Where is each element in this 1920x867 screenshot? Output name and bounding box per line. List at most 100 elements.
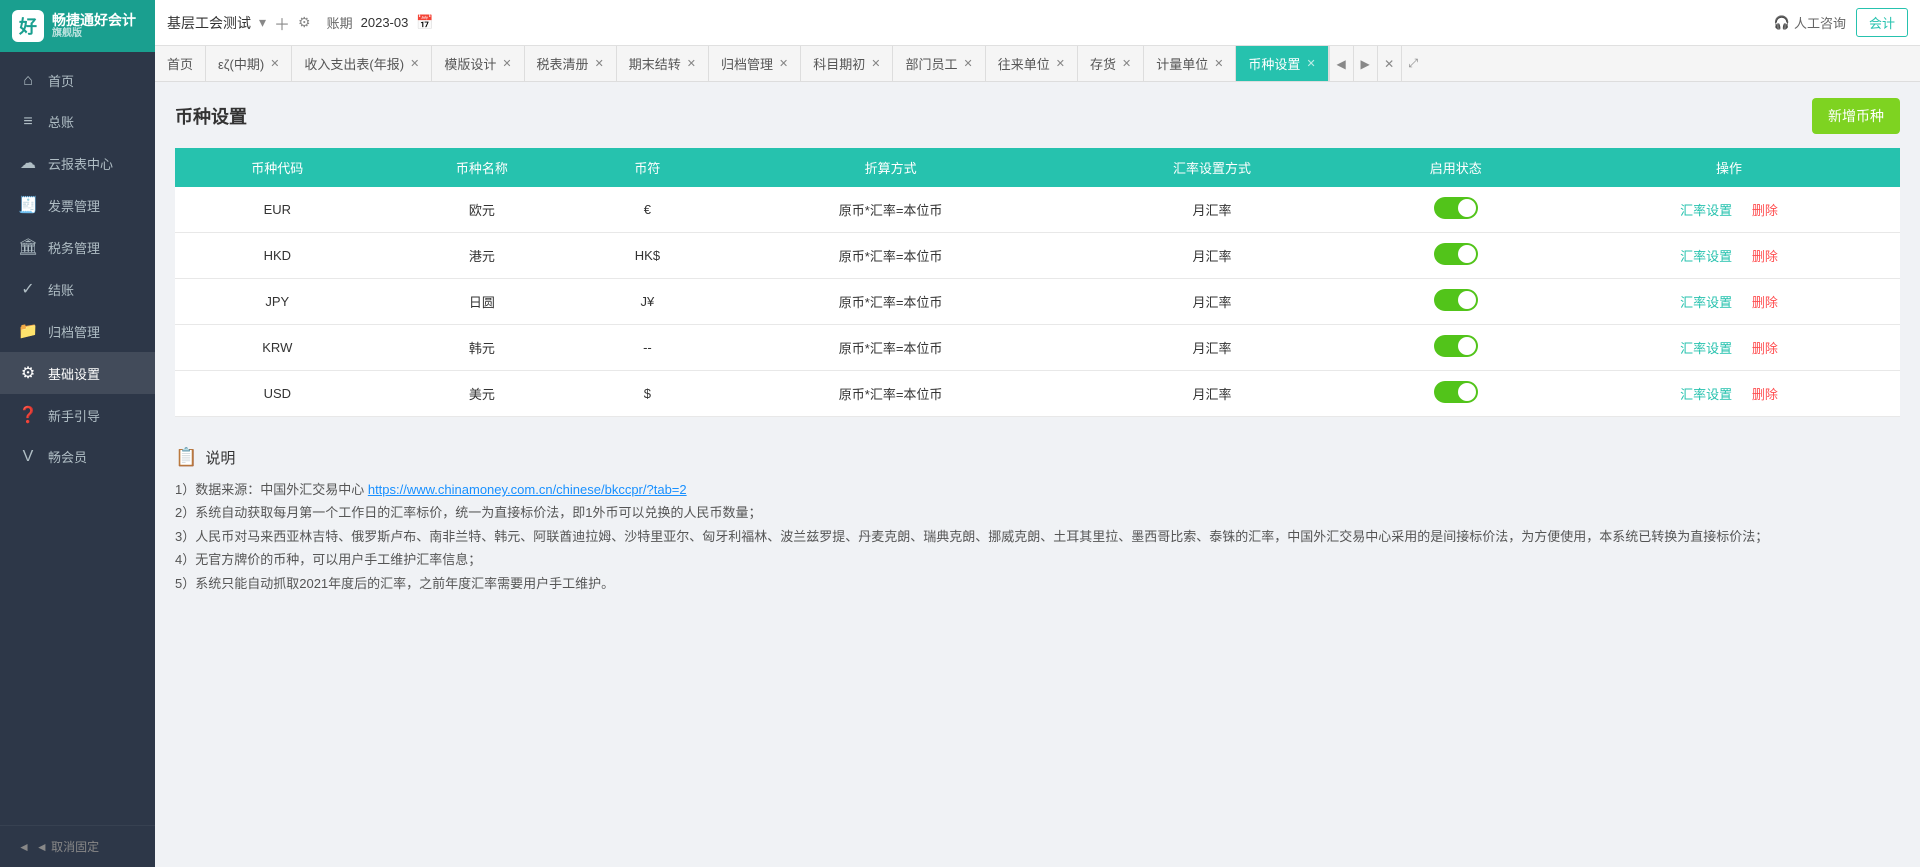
notes-link[interactable]: https://www.chinamoney.com.cn/chinese/bk… [368,482,687,497]
sidebar-item-member[interactable]: V 畅会员 [0,436,155,477]
settings-icon: ⚙ [18,363,38,383]
cell-code: KRW [175,325,380,371]
tab-subject-close[interactable]: ✕ [871,57,880,70]
tab-period-end[interactable]: 期末结转 ✕ [617,46,709,81]
tab-unit[interactable]: 计量单位 ✕ [1144,46,1236,81]
col-status: 启用状态 [1353,148,1558,187]
table-row: KRW 韩元 -- 原币*汇率=本位币 月汇率 汇率设置 删除 [175,325,1900,371]
cell-status[interactable] [1353,325,1558,371]
col-name: 币种名称 [380,148,585,187]
tab-currency[interactable]: 币种设置 ✕ [1236,46,1328,81]
guide-icon: ❓ [18,405,38,425]
tab-period-label: εζ(中期) [218,54,264,73]
tab-period[interactable]: εζ(中期) ✕ [206,46,292,81]
delete-link-4[interactable]: 删除 [1752,387,1778,402]
tab-partner-close[interactable]: ✕ [1056,57,1065,70]
delete-link-2[interactable]: 删除 [1752,295,1778,310]
sidebar-label-ledger: 总账 [48,112,74,131]
tab-period-close[interactable]: ✕ [270,57,279,70]
tab-expand-btn[interactable]: ⤢ [1401,46,1425,82]
sidebar-item-ledger[interactable]: ≡ 总账 [0,101,155,142]
member-icon: V [18,448,38,466]
tab-dept-close[interactable]: ✕ [964,57,973,70]
headset-icon: 🎧 [1774,15,1790,31]
tab-inventory-close[interactable]: ✕ [1122,57,1131,70]
tab-income[interactable]: 收入支出表(年报) ✕ [292,46,432,81]
sidebar-item-settings[interactable]: ⚙ 基础设置 [0,352,155,394]
sidebar-item-guide[interactable]: ❓ 新手引导 [0,394,155,436]
cell-symbol: HK$ [584,233,710,279]
tab-inventory[interactable]: 存货 ✕ [1078,46,1144,81]
tab-partner[interactable]: 往来单位 ✕ [986,46,1078,81]
notes-header: 📋 说明 [175,447,1900,468]
tab-currency-close[interactable]: ✕ [1306,57,1315,70]
delete-link-3[interactable]: 删除 [1752,341,1778,356]
consultation-button[interactable]: 🎧 人工咨询 [1774,13,1846,32]
tab-taxbook-close[interactable]: ✕ [595,57,604,70]
notes-item: 4）无官方牌价的币种，可以用户手工维护汇率信息； [175,548,1900,571]
sidebar-item-checkout[interactable]: ✓ 结账 [0,268,155,310]
tab-close-all-btn[interactable]: ✕ [1377,46,1401,82]
cell-status[interactable] [1353,233,1558,279]
rate-setting-link-4[interactable]: 汇率设置 [1680,387,1732,402]
tab-home[interactable]: 首页 [155,46,206,81]
pin-toggle[interactable]: ◄ ◄ 取消固定 [0,825,155,867]
sidebar-item-archive[interactable]: 📁 归档管理 [0,310,155,352]
sidebar-item-tax[interactable]: 🏛 税务管理 [0,226,155,268]
app-logo: 好 畅捷通好会计 旗舰版 [0,0,155,52]
settings-gear-icon[interactable]: ⚙ [298,14,311,31]
rate-setting-link-2[interactable]: 汇率设置 [1680,295,1732,310]
status-toggle-3[interactable] [1434,335,1478,357]
status-toggle-0[interactable] [1434,197,1478,219]
cell-status[interactable] [1353,279,1558,325]
tab-period-end-close[interactable]: ✕ [687,57,696,70]
tab-unit-close[interactable]: ✕ [1214,57,1223,70]
cell-code: JPY [175,279,380,325]
content-area: 币种设置 新增币种 币种代码 币种名称 币符 折算方式 汇率设置方式 启用状态 … [155,82,1920,867]
cell-code: EUR [175,187,380,233]
rate-setting-link-0[interactable]: 汇率设置 [1680,203,1732,218]
sidebar-label-settings: 基础设置 [48,364,100,383]
period-value: 2023-03 [361,15,409,30]
account-button[interactable]: 会计 [1856,8,1908,37]
rate-setting-link-3[interactable]: 汇率设置 [1680,341,1732,356]
add-currency-button[interactable]: 新增币种 [1812,98,1900,134]
tab-dept-label: 部门员工 [905,54,957,73]
cell-rate-type: 月汇率 [1071,233,1354,279]
cell-method: 原币*汇率=本位币 [711,233,1071,279]
tab-dept[interactable]: 部门员工 ✕ [893,46,985,81]
delete-link-0[interactable]: 删除 [1752,203,1778,218]
sidebar-item-home[interactable]: ⌂ 首页 [0,60,155,101]
status-toggle-1[interactable] [1434,243,1478,265]
tab-home-label: 首页 [167,54,193,73]
cell-status[interactable] [1353,187,1558,233]
sidebar-item-invoice[interactable]: 🧾 发票管理 [0,184,155,226]
tab-subject[interactable]: 科目期初 ✕ [801,46,893,81]
checkout-icon: ✓ [18,279,38,299]
sidebar-item-reports[interactable]: ☁ 云报表中心 [0,142,155,184]
tab-next-btn[interactable]: ▶ [1353,46,1377,82]
status-toggle-4[interactable] [1434,381,1478,403]
tab-taxbook[interactable]: 税表清册 ✕ [525,46,617,81]
tab-template[interactable]: 模版设计 ✕ [432,46,524,81]
delete-link-1[interactable]: 删除 [1752,249,1778,264]
status-toggle-2[interactable] [1434,289,1478,311]
tabs-bar: 首页 εζ(中期) ✕ 收入支出表(年报) ✕ 模版设计 ✕ 税表清册 ✕ 期末… [155,46,1920,82]
app-sub: 旗舰版 [52,28,136,40]
tab-income-close[interactable]: ✕ [410,57,419,70]
tab-archive[interactable]: 归档管理 ✕ [709,46,801,81]
cell-status[interactable] [1353,371,1558,417]
consultation-label: 人工咨询 [1794,13,1846,32]
company-dropdown-icon[interactable]: ▾ [259,14,266,31]
tab-archive-close[interactable]: ✕ [779,57,788,70]
tab-prev-btn[interactable]: ◀ [1329,46,1353,82]
cell-name: 韩元 [380,325,585,371]
tax-icon: 🏛 [18,237,38,257]
calendar-icon[interactable]: 📅 [416,14,433,31]
cell-actions: 汇率设置 删除 [1558,187,1900,233]
rate-setting-link-1[interactable]: 汇率设置 [1680,249,1732,264]
cell-rate-type: 月汇率 [1071,325,1354,371]
cell-code: HKD [175,233,380,279]
tab-template-close[interactable]: ✕ [502,57,511,70]
add-icon[interactable]: ＋ [274,11,290,35]
